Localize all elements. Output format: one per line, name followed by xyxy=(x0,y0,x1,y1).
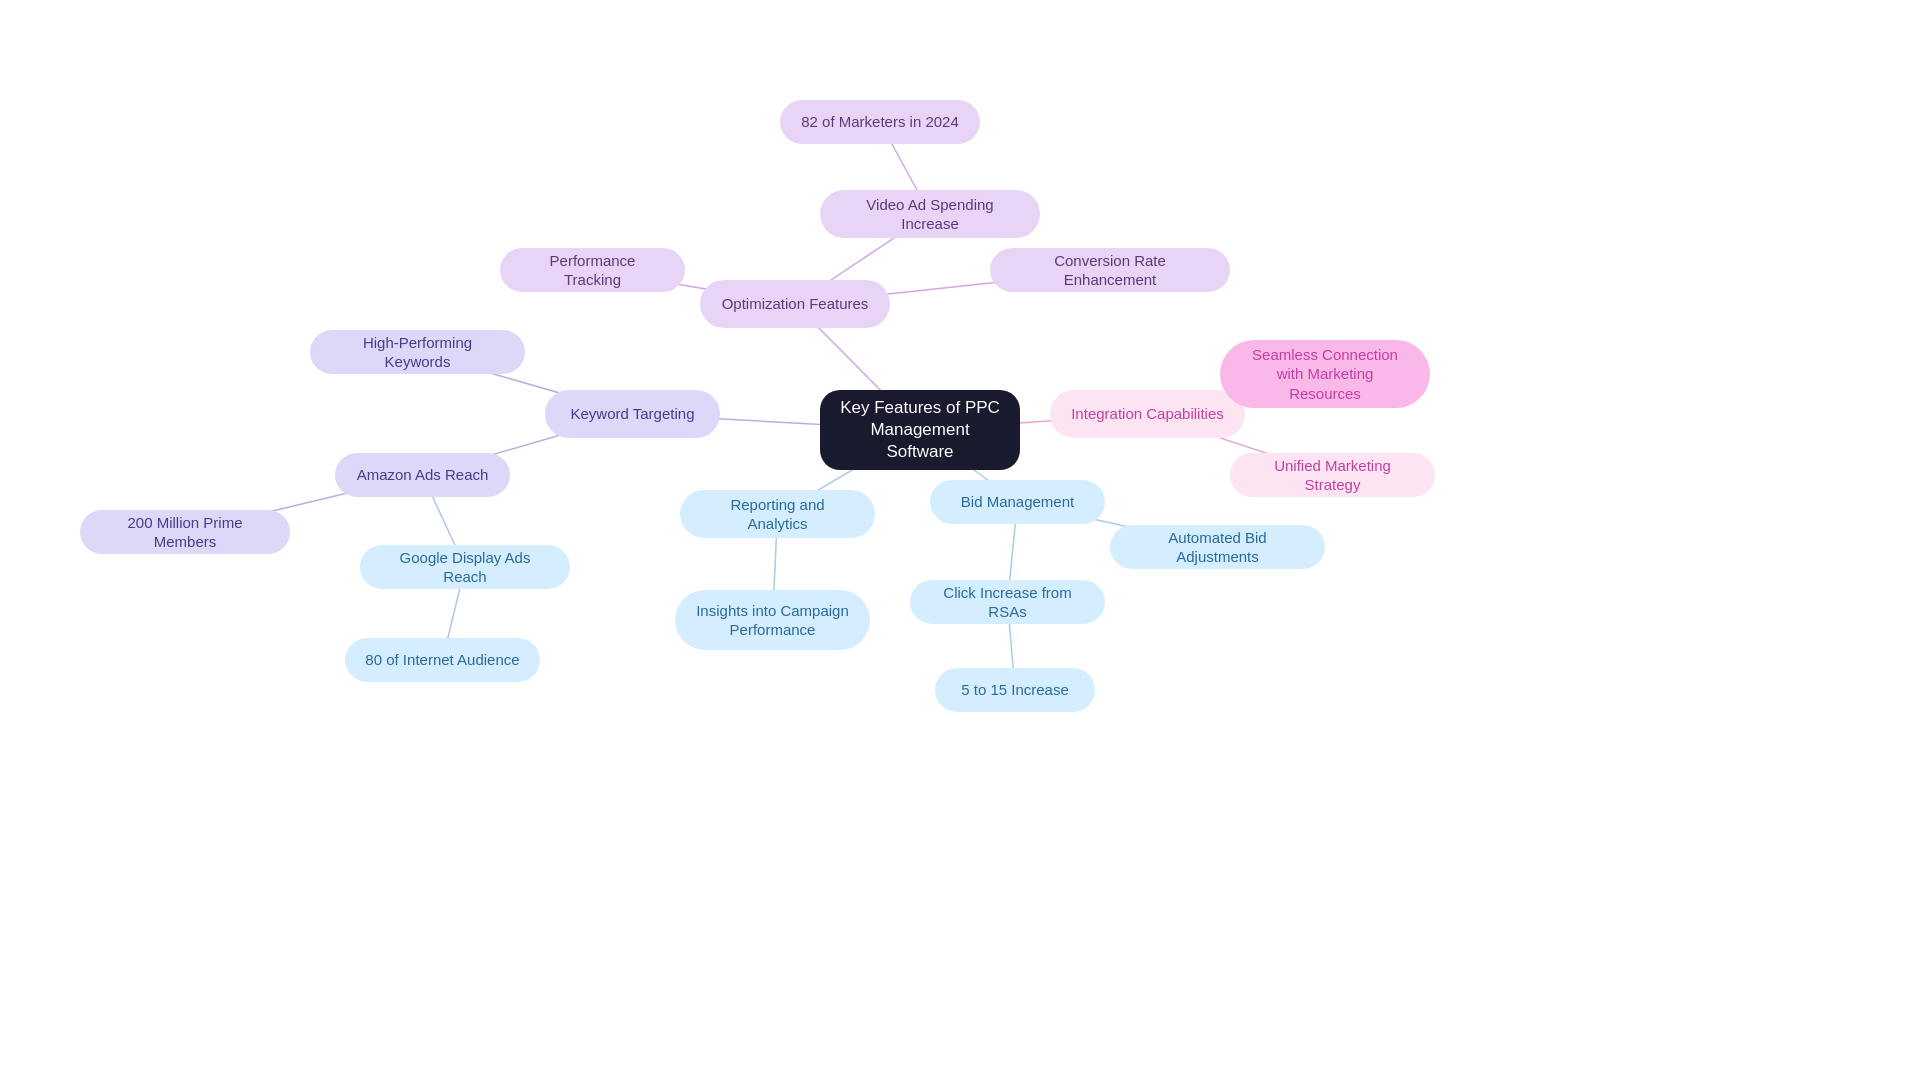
node-automatedBid: Automated Bid Adjustments xyxy=(1110,525,1325,569)
node-keywordTargeting: Keyword Targeting xyxy=(545,390,720,438)
node-integration: Integration Capabilities xyxy=(1050,390,1245,438)
node-clickIncrease: Click Increase from RSAs xyxy=(910,580,1105,624)
node-optimization: Optimization Features xyxy=(700,280,890,328)
node-center: Key Features of PPC Management Software xyxy=(820,390,1020,470)
node-primeMembers: 200 Million Prime Members xyxy=(80,510,290,554)
node-googleDisplay: Google Display Ads Reach xyxy=(360,545,570,589)
node-fiveToFifteen: 5 to 15 Increase xyxy=(935,668,1095,712)
node-seamless: Seamless Connection with Marketing Resou… xyxy=(1220,340,1430,408)
node-videoAd: Video Ad Spending Increase xyxy=(820,190,1040,238)
node-highPerforming: High-Performing Keywords xyxy=(310,330,525,374)
connections-svg xyxy=(0,0,1920,1083)
node-conversionRate: Conversion Rate Enhancement xyxy=(990,248,1230,292)
node-internetAudience: 80 of Internet Audience xyxy=(345,638,540,682)
node-reporting: Reporting and Analytics xyxy=(680,490,875,538)
node-insights: Insights into Campaign Performance xyxy=(675,590,870,650)
node-performanceTracking: Performance Tracking xyxy=(500,248,685,292)
node-amazonAds: Amazon Ads Reach xyxy=(335,453,510,497)
mind-map-container: Key Features of PPC Management Software O… xyxy=(0,0,1920,1083)
node-marketers: 82 of Marketers in 2024 xyxy=(780,100,980,144)
node-unified: Unified Marketing Strategy xyxy=(1230,453,1435,497)
node-bidManagement: Bid Management xyxy=(930,480,1105,524)
